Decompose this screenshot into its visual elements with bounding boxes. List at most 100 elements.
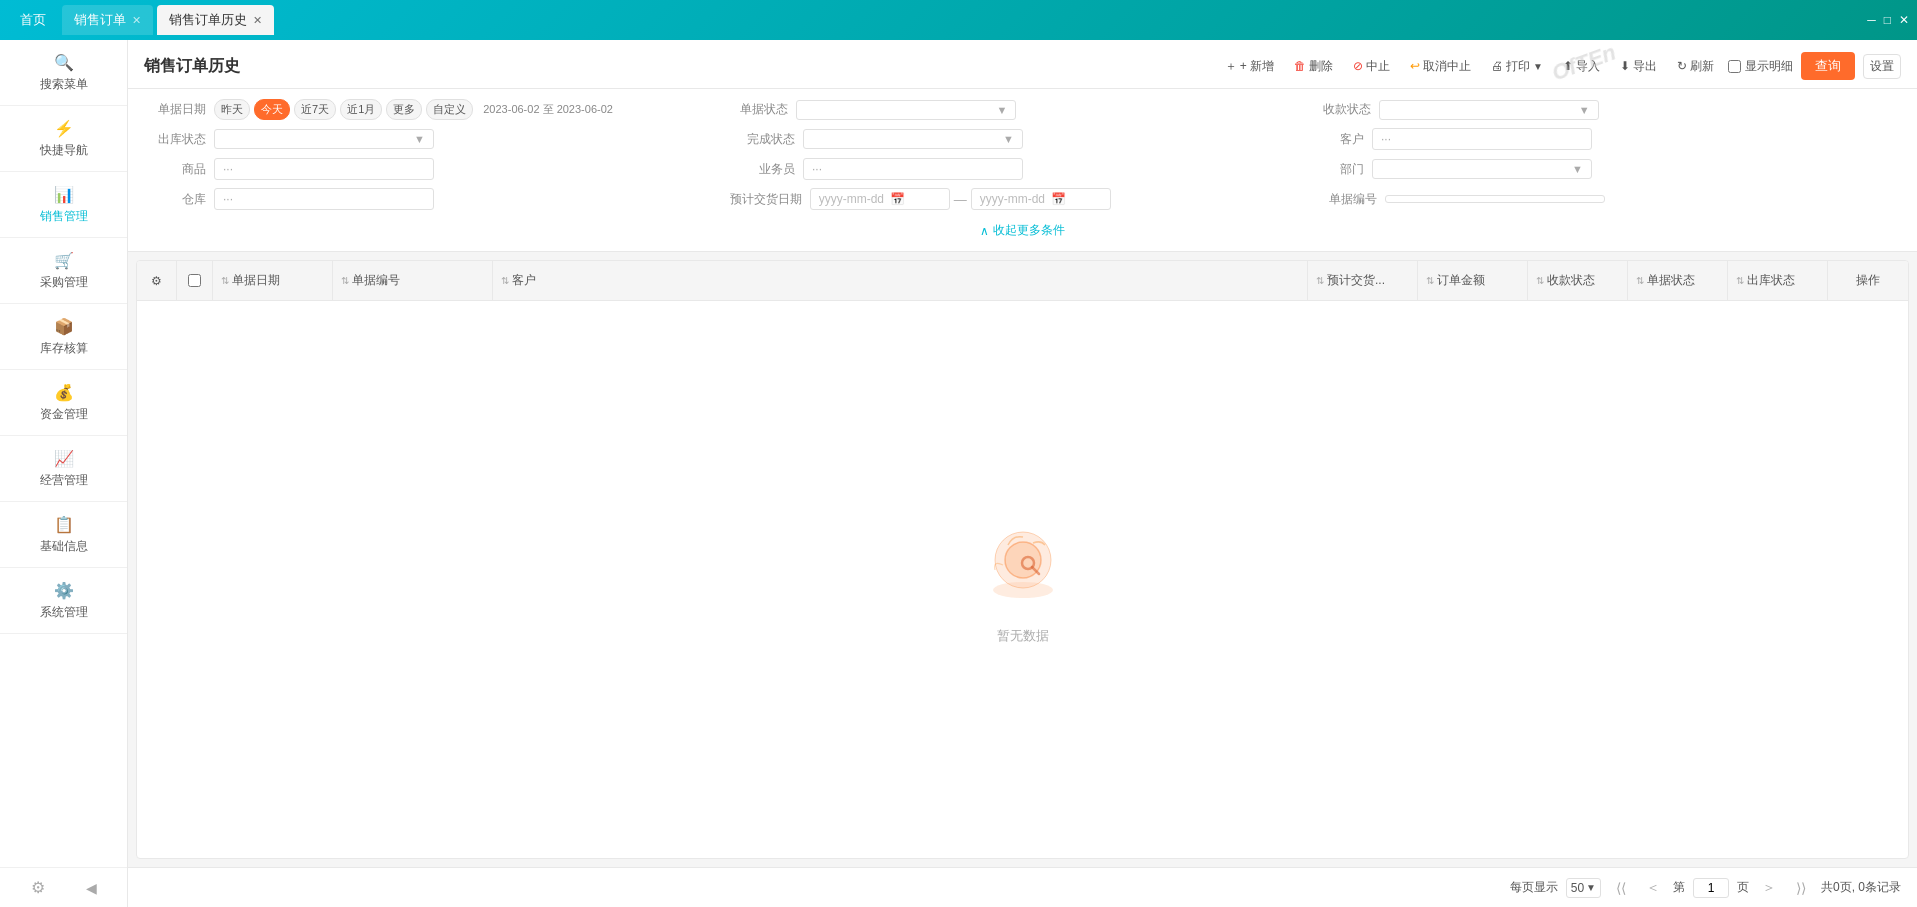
sidebar-settings-icon[interactable]: ⚙: [31, 878, 45, 897]
dept-control[interactable]: ▼: [1372, 159, 1901, 179]
order-status-control[interactable]: ▼: [796, 100, 1318, 120]
out-status-select[interactable]: ▼: [214, 129, 434, 149]
complete-status-control[interactable]: ▼: [803, 129, 1332, 149]
th-out-status-label: 出库状态: [1747, 272, 1795, 289]
sort-icon-out: ⇅: [1736, 275, 1744, 286]
refresh-button[interactable]: ↻ 刷新: [1671, 55, 1720, 78]
sidebar-item-sys-mgmt[interactable]: ⚙️ 系统管理: [0, 568, 127, 634]
print-icon: 🖨: [1491, 59, 1503, 73]
order-no-control[interactable]: [1385, 195, 1901, 203]
sidebar-item-basic-info[interactable]: 📋 基础信息: [0, 502, 127, 568]
th-amount[interactable]: ⇅ 订单金额: [1418, 261, 1528, 300]
th-date[interactable]: ⇅ 单据日期: [213, 261, 333, 300]
th-out-status[interactable]: ⇅ 出库状态: [1728, 261, 1828, 300]
date-btn-custom[interactable]: 自定义: [426, 99, 473, 120]
inventory-icon: 📦: [54, 316, 74, 336]
refresh-icon: ↻: [1677, 59, 1687, 73]
new-button[interactable]: ＋ + 新增: [1219, 55, 1280, 78]
salesperson-control[interactable]: ···: [803, 158, 1332, 180]
sidebar-item-purchase-mgmt[interactable]: 🛒 采购管理: [0, 238, 127, 304]
salesperson-dots: ···: [812, 162, 822, 176]
pay-status-select[interactable]: ▼: [1379, 100, 1599, 120]
sidebar-item-sales-mgmt[interactable]: 📊 销售管理: [0, 172, 127, 238]
collapse-bar[interactable]: ∧ 收起更多条件: [144, 218, 1901, 241]
date-range-text: 2023-06-02 至 2023-06-02: [483, 102, 613, 117]
stop-label: 中止: [1366, 58, 1390, 75]
th-pay-status[interactable]: ⇅ 收款状态: [1528, 261, 1628, 300]
goods-control[interactable]: ···: [214, 158, 743, 180]
date-btn-today[interactable]: 今天: [254, 99, 290, 120]
pay-status-control[interactable]: ▼: [1379, 100, 1901, 120]
sidebar-item-search-menu[interactable]: 🔍 搜索菜单: [0, 40, 127, 106]
toolbar: ＋ + 新增 🗑 删除 ⊘ 中止 ↩ 取消中止 🖨 打印: [1219, 52, 1901, 80]
window-close[interactable]: ✕: [1899, 13, 1909, 27]
page-size-dropdown: ▼: [1586, 882, 1596, 893]
empty-icon: [973, 515, 1073, 615]
th-customer[interactable]: ⇅ 客户: [493, 261, 1308, 300]
operation-icon: 📈: [54, 448, 74, 468]
order-no-input[interactable]: [1385, 195, 1605, 203]
calendar-icon-end: 📅: [1051, 192, 1066, 206]
display-cols-input[interactable]: [1728, 60, 1741, 73]
date-btn-yesterday[interactable]: 昨天: [214, 99, 250, 120]
cancel-stop-button[interactable]: ↩ 取消中止: [1404, 55, 1477, 78]
th-settings[interactable]: ⚙: [137, 261, 177, 300]
sidebar-item-operation[interactable]: 📈 经营管理: [0, 436, 127, 502]
window-minimize[interactable]: ─: [1867, 13, 1876, 27]
page-prev-btn[interactable]: ＜: [1641, 876, 1665, 900]
date-btn-1month[interactable]: 近1月: [340, 99, 382, 120]
order-status-select[interactable]: ▼: [796, 100, 1016, 120]
tab-home-label: 首页: [20, 11, 46, 29]
th-order-status[interactable]: ⇅ 单据状态: [1628, 261, 1728, 300]
delete-label: 删除: [1309, 58, 1333, 75]
salesperson-input[interactable]: ···: [803, 158, 1023, 180]
stop-button[interactable]: ⊘ 中止: [1347, 55, 1396, 78]
display-cols-checkbox[interactable]: 显示明细: [1728, 58, 1793, 75]
tab-sales-order[interactable]: 销售订单 ✕: [62, 5, 153, 35]
delivery-date-start[interactable]: yyyy-mm-dd 📅: [810, 188, 950, 210]
tab-home[interactable]: 首页: [8, 5, 58, 35]
settings-button[interactable]: 设置: [1863, 54, 1901, 79]
page-next-btn[interactable]: ＞: [1757, 876, 1781, 900]
print-button[interactable]: 🖨 打印 ▼: [1485, 55, 1549, 78]
delete-button[interactable]: 🗑 删除: [1288, 55, 1339, 78]
sidebar-item-inventory[interactable]: 📦 库存核算: [0, 304, 127, 370]
sidebar-item-quick-nav[interactable]: ⚡ 快捷导航: [0, 106, 127, 172]
th-delivery[interactable]: ⇅ 预计交货...: [1308, 261, 1418, 300]
window-maximize[interactable]: □: [1884, 13, 1891, 27]
tab-sales-order-history-close[interactable]: ✕: [253, 14, 262, 27]
page-last-btn[interactable]: ⟩⟩: [1789, 876, 1813, 900]
sidebar-item-finance[interactable]: 💰 资金管理: [0, 370, 127, 436]
date-btn-more[interactable]: 更多: [386, 99, 422, 120]
sidebar-collapse-icon[interactable]: ◀: [86, 880, 97, 896]
customer-control[interactable]: ···: [1372, 128, 1901, 150]
goods-input[interactable]: ···: [214, 158, 434, 180]
select-all-checkbox[interactable]: [188, 274, 201, 287]
pagination-bar: 每页显示 50 ▼ ⟨⟨ ＜ 第 页 ＞ ⟩⟩ 共0页, 0条记录: [128, 867, 1917, 907]
warehouse-control[interactable]: ···: [214, 188, 730, 210]
tab-sales-order-close[interactable]: ✕: [132, 14, 141, 27]
page-number-input[interactable]: [1693, 878, 1729, 898]
out-status-control[interactable]: ▼: [214, 129, 743, 149]
collapse-label: 收起更多条件: [993, 222, 1065, 239]
export-button[interactable]: ⬇ 导出: [1614, 55, 1663, 78]
import-button[interactable]: ⬆ 导入: [1557, 55, 1606, 78]
tab-sales-order-label: 销售订单: [74, 11, 126, 29]
warehouse-input[interactable]: ···: [214, 188, 434, 210]
customer-input[interactable]: ···: [1372, 128, 1592, 150]
total-text: 共0页, 0条记录: [1821, 879, 1901, 896]
th-num[interactable]: ⇅ 单据编号: [333, 261, 493, 300]
page-first-btn[interactable]: ⟨⟨: [1609, 876, 1633, 900]
th-checkbox[interactable]: [177, 261, 213, 300]
search-menu-icon: 🔍: [54, 52, 74, 72]
tab-sales-order-history[interactable]: 销售订单历史 ✕: [157, 5, 274, 35]
stop-icon: ⊘: [1353, 59, 1363, 73]
goods-label: 商品: [144, 161, 214, 178]
delivery-date-end[interactable]: yyyy-mm-dd 📅: [971, 188, 1111, 210]
date-btn-7days[interactable]: 近7天: [294, 99, 336, 120]
dept-select[interactable]: ▼: [1372, 159, 1592, 179]
page-size-select[interactable]: 50 ▼: [1566, 878, 1601, 898]
complete-status-select[interactable]: ▼: [803, 129, 1023, 149]
query-button[interactable]: 查询: [1801, 52, 1855, 80]
table-wrapper: ⚙ ⇅ 单据日期 ⇅ 单据编号 ⇅ 客户 ⇅: [136, 260, 1909, 859]
